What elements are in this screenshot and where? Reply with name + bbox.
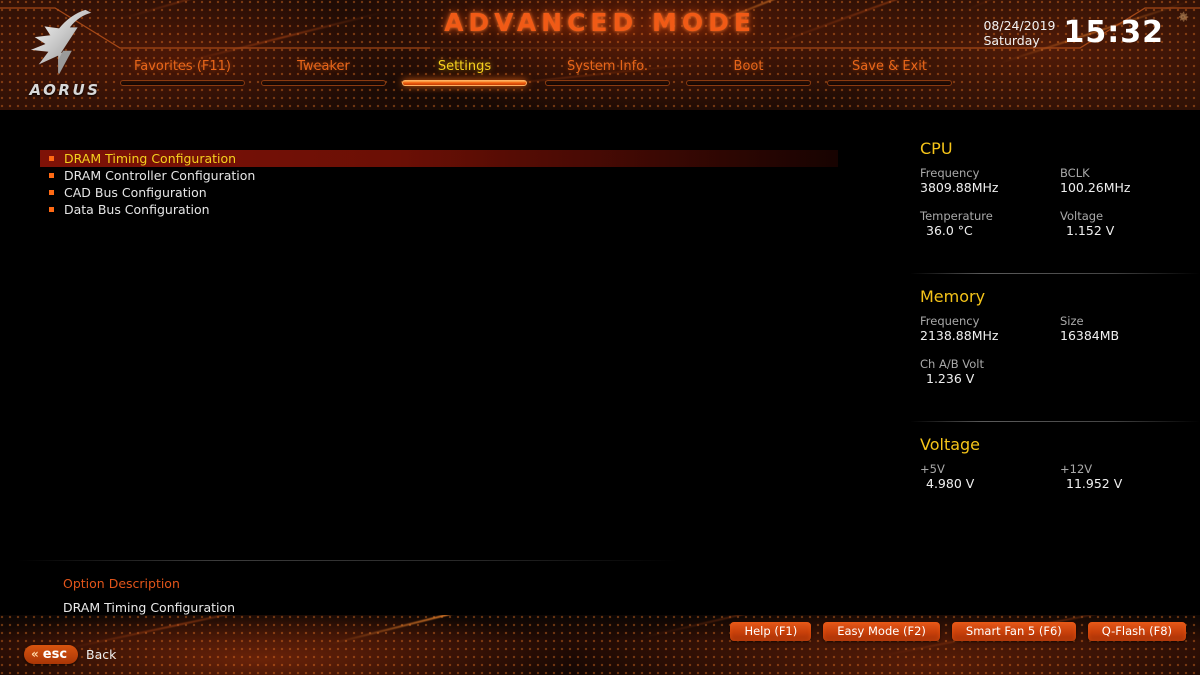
hw-readout: Size 16384MB [1060, 314, 1200, 344]
hw-section-memory: Memory Frequency 2138.88MHz Size 16384MB Ch A… [900, 273, 1200, 387]
menu-item-dram-controller-configuration[interactable]: DRAM Controller Configuration [40, 167, 840, 184]
hw-readout: Voltage 1.152 V [1060, 209, 1200, 239]
bullet-square-icon [49, 190, 54, 195]
bullet-square-icon [49, 207, 54, 212]
tab-label: Boot [733, 59, 764, 74]
gear-icon[interactable] [1176, 10, 1190, 24]
function-button-help-f1[interactable]: Help (F1) [730, 622, 812, 641]
option-description-title: Option Description [63, 576, 180, 591]
hw-readout-key: Ch A/B Volt [920, 357, 984, 371]
bullet-square-icon [49, 173, 54, 178]
hw-readout-value: 100.26MHz [1060, 180, 1131, 195]
menu-item-label: DRAM Controller Configuration [64, 168, 256, 183]
hw-readout-value: 36.0 °C [926, 223, 973, 238]
tab-favorites-f11[interactable]: Favorites (F11) [120, 58, 245, 92]
hw-readout-key: Frequency [920, 314, 980, 328]
hw-section-voltage: Voltage +5V 4.980 V +12V 11.952 V [900, 421, 1200, 492]
esc-key-button[interactable]: « esc [24, 645, 79, 664]
time-text: 15:32 [1063, 15, 1164, 50]
menu-item-dram-timing-configuration[interactable]: DRAM Timing Configuration [40, 150, 838, 167]
hw-readout: Ch A/B Volt 1.236 V [920, 357, 1060, 387]
tab-tweaker[interactable]: Tweaker [261, 58, 386, 92]
hw-readout-value: 3809.88MHz [920, 180, 999, 195]
tab-underline [545, 80, 670, 86]
hw-section-title: Voltage [920, 435, 981, 454]
menu-item-label: DRAM Timing Configuration [64, 151, 237, 166]
hw-section-cpu: CPU Frequency 3809.88MHz BCLK 100.26MHz Tempe… [900, 125, 1200, 239]
esc-back-control[interactable]: « esc Back [24, 645, 116, 664]
datetime-display: 08/24/2019 Saturday 15:32 [983, 15, 1164, 50]
option-description-text: DRAM Timing Configuration [63, 600, 236, 615]
hw-readout-value: 4.980 V [926, 476, 975, 491]
option-description-divider [18, 560, 678, 561]
hw-readout-grid: Frequency 3809.88MHz BCLK 100.26MHz Temperat… [920, 166, 1200, 239]
hw-readout-value: 16384MB [1060, 328, 1120, 343]
function-button-bar[interactable]: Help (F1) Easy Mode (F2) Smart Fan 5 (F6) Q… [730, 622, 1186, 641]
menu-item-cad-bus-configuration[interactable]: CAD Bus Configuration [40, 184, 840, 201]
bios-footer: Help (F1) Easy Mode (F2) Smart Fan 5 (F6) Q… [0, 615, 1200, 675]
tab-system-info[interactable]: System Info. [545, 58, 670, 92]
back-label: Back [86, 647, 117, 662]
tab-save-exit[interactable]: Save & Exit [827, 58, 952, 92]
section-divider [910, 273, 1200, 274]
hardware-monitor-panel: CPU Frequency 3809.88MHz BCLK 100.26MHz Tempe… [900, 125, 1200, 492]
date-text: 08/24/2019 [983, 18, 1056, 33]
hw-section-title: Memory [920, 287, 986, 306]
chevron-left-icon: « [31, 647, 39, 661]
menu-item-label: CAD Bus Configuration [64, 185, 207, 200]
hw-readout-key: Size [1060, 314, 1084, 328]
hw-readout: Frequency 3809.88MHz [920, 166, 1060, 196]
weekday-text: Saturday [983, 33, 1040, 48]
hw-readout-key: BCLK [1060, 166, 1090, 180]
hw-readout [1060, 357, 1200, 387]
hw-readout: +5V 4.980 V [920, 462, 1060, 492]
hw-readout-value: 1.152 V [1066, 223, 1115, 238]
tab-label: Tweaker [297, 59, 350, 74]
menu-item-data-bus-configuration[interactable]: Data Bus Configuration [40, 201, 840, 218]
main-content-area: DRAM Timing Configuration DRAM Controller… [0, 110, 1200, 615]
tab-label: Settings [437, 59, 492, 74]
hw-readout: Frequency 2138.88MHz [920, 314, 1060, 344]
tab-settings[interactable]: Settings [402, 58, 527, 92]
settings-menu-list[interactable]: DRAM Timing Configuration DRAM Controller… [40, 150, 840, 218]
hw-readout-key: Voltage [1060, 209, 1104, 223]
hw-readout: +12V 11.952 V [1060, 462, 1200, 492]
hw-readout-value: 2138.88MHz [920, 328, 999, 343]
hw-readout-key: +5V [920, 462, 945, 476]
main-tab-bar[interactable]: Favorites (F11) Tweaker Settings System Inf… [0, 58, 1200, 94]
tab-underline [402, 80, 527, 86]
hw-readout-key: Temperature [920, 209, 993, 223]
tab-label: Save & Exit [852, 59, 927, 74]
tab-underline [686, 80, 811, 86]
hw-readout-value: 1.236 V [926, 371, 975, 386]
tab-label: Favorites (F11) [133, 59, 232, 74]
hw-readout: Temperature 36.0 °C [920, 209, 1060, 239]
hw-readout-key: Frequency [920, 166, 980, 180]
function-button-smart-fan-5-f6[interactable]: Smart Fan 5 (F6) [951, 622, 1076, 641]
tab-boot[interactable]: Boot [686, 58, 811, 92]
hw-readout-grid: +5V 4.980 V +12V 11.952 V [920, 462, 1200, 492]
hw-readout: BCLK 100.26MHz [1060, 166, 1200, 196]
tab-underline [120, 80, 245, 86]
function-button-q-flash-f8[interactable]: Q-Flash (F8) [1087, 622, 1186, 641]
esc-key-label: esc [42, 647, 68, 662]
function-button-easy-mode-f2[interactable]: Easy Mode (F2) [823, 622, 940, 641]
section-divider [910, 421, 1200, 422]
bios-header: ADVANCED MODE AORUS 08/24/2019 Saturday … [0, 0, 1200, 110]
tab-underline [827, 80, 952, 86]
tab-underline [261, 80, 386, 86]
hw-readout-key: +12V [1060, 462, 1093, 476]
menu-item-label: Data Bus Configuration [64, 202, 210, 217]
hw-readout-value: 11.952 V [1066, 476, 1123, 491]
hw-section-title: CPU [920, 139, 953, 158]
tab-label: System Info. [566, 59, 649, 74]
bullet-square-icon [49, 156, 54, 161]
hw-readout-grid: Frequency 2138.88MHz Size 16384MB Ch A/B Vol… [920, 314, 1200, 387]
